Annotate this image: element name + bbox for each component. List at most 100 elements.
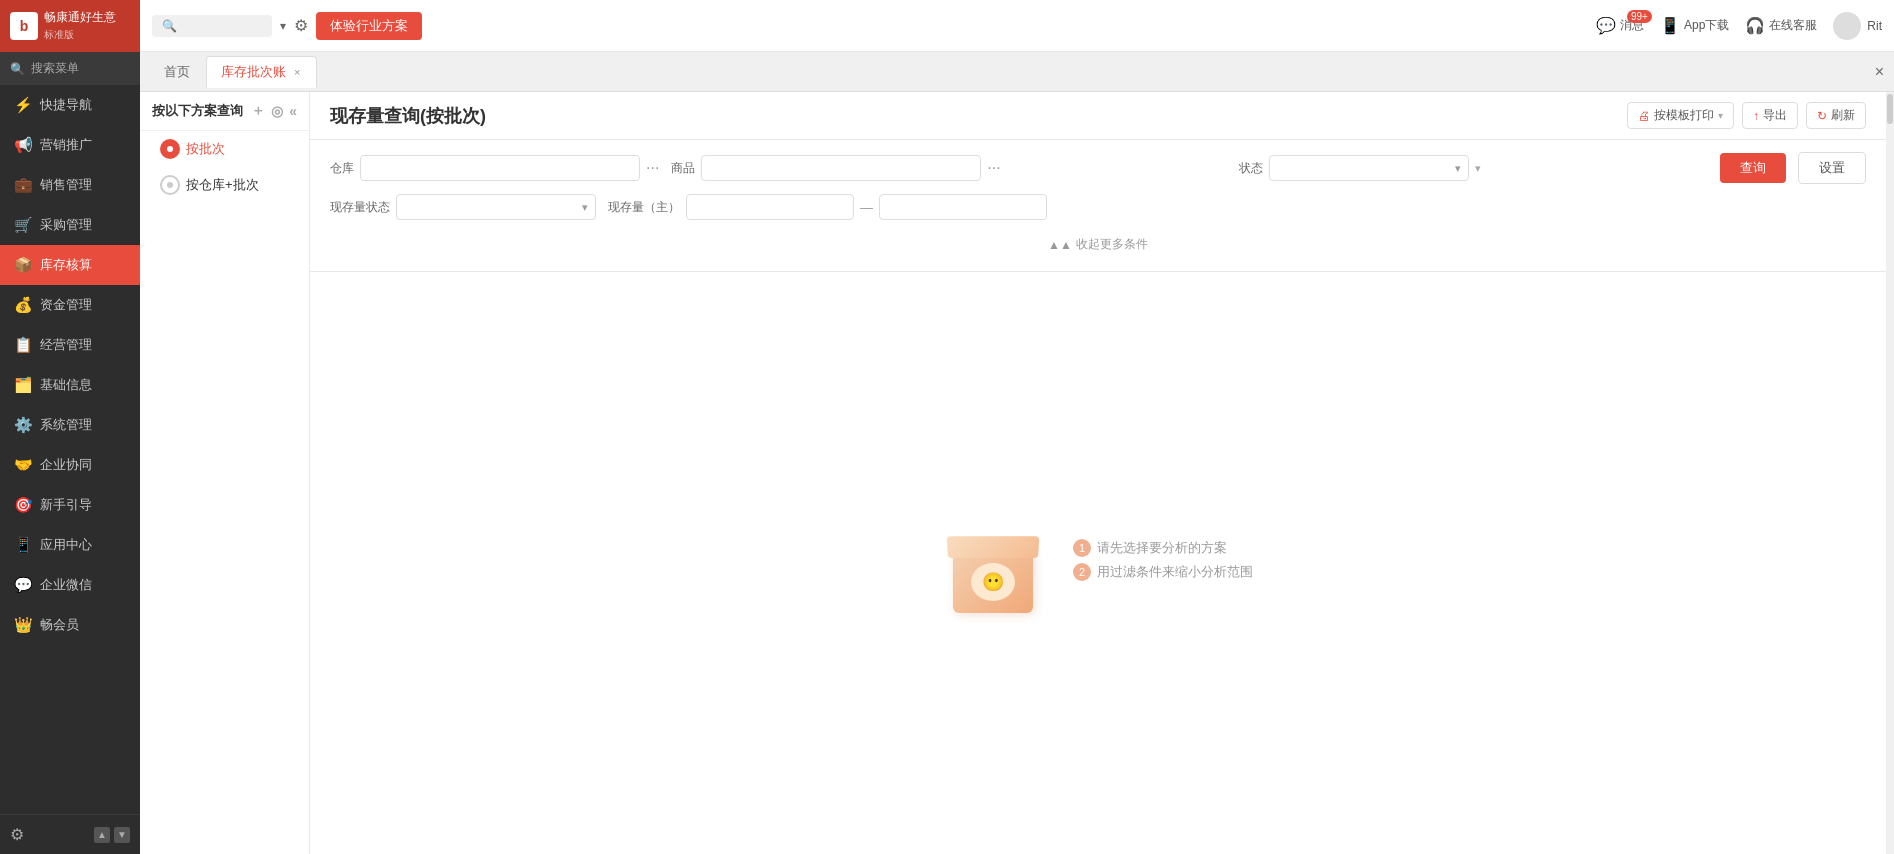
sidebar-item-system[interactable]: ⚙️ 系统管理 — [0, 405, 140, 445]
sidebar-scroll-up[interactable]: ▲ — [94, 827, 110, 843]
sidebar-header: b 畅康通好生意 标准版 — [0, 0, 140, 52]
sidebar-item-label: 基础信息 — [40, 376, 92, 394]
warehouse-dots-icon[interactable]: ··· — [646, 159, 659, 177]
settings-button[interactable]: 设置 — [1798, 152, 1866, 184]
query-button[interactable]: 查询 — [1720, 153, 1786, 183]
empty-hint-1: 1 请先选择要分析的方案 — [1073, 539, 1253, 557]
tab-inventory-batch[interactable]: 库存批次账 × — [206, 56, 317, 88]
shortcut-icon: ⚡ — [14, 96, 32, 114]
sidebar-item-shortcut[interactable]: ⚡ 快捷导航 — [0, 85, 140, 125]
user-avatar-area[interactable]: Rit — [1833, 12, 1882, 40]
message-icon: 💬 — [1596, 16, 1616, 35]
empty-box-face: 😶 — [971, 563, 1015, 601]
tab-inventory-batch-label: 库存批次账 — [221, 63, 286, 81]
status-select-wrapper — [1269, 155, 1469, 181]
sidebar-nav: ⚡ 快捷导航 📢 营销推广 💼 销售管理 🛒 采购管理 📦 库存核算 💰 资金管… — [0, 85, 140, 814]
export-button[interactable]: ↑ 导出 — [1742, 102, 1798, 129]
filter-status: 状态 ▾ — [1239, 155, 1481, 181]
sidebar-item-label: 应用中心 — [40, 536, 92, 554]
inventory-status-select[interactable] — [396, 194, 596, 220]
empty-hint-2: 2 用过滤条件来缩小分析范围 — [1073, 563, 1253, 581]
goods-dots-icon[interactable]: ··· — [987, 159, 1000, 177]
sidebar-item-sales[interactable]: 💼 销售管理 — [0, 165, 140, 205]
collapse-label: 收起更多条件 — [1076, 236, 1148, 253]
panel-close-button[interactable]: × — [1875, 63, 1884, 81]
svg-point-1 — [167, 182, 173, 188]
sidebar-item-operation[interactable]: 📋 经营管理 — [0, 325, 140, 365]
inventory-icon: 📦 — [14, 256, 32, 274]
topbar-search-box[interactable]: 🔍 — [152, 15, 272, 37]
sidebar-item-label: 畅会员 — [40, 616, 79, 634]
sidebar-item-marketing[interactable]: 📢 营销推广 — [0, 125, 140, 165]
page-header: 现存量查询(按批次) 🖨 按模板打印 ▾ ↑ 导出 ↻ — [310, 92, 1886, 140]
inventory-qty-to[interactable] — [879, 194, 1047, 220]
scheme-settings-icon[interactable]: ◎ — [271, 103, 283, 119]
tab-close-icon[interactable]: × — [292, 64, 302, 80]
app-logo: b — [10, 12, 38, 40]
sidebar-item-label: 资金管理 — [40, 296, 92, 314]
inventory-status-select-wrapper — [396, 194, 596, 220]
inventory-qty-label: 现存量（主） — [608, 199, 680, 216]
sidebar-search[interactable]: 🔍 搜索菜单 — [0, 52, 140, 85]
company-name: 畅康通好生意 — [44, 10, 116, 26]
sales-icon: 💼 — [14, 176, 32, 194]
warehouse-input[interactable] — [360, 155, 640, 181]
collapse-more-conditions[interactable]: ▲▲ 收起更多条件 — [330, 230, 1866, 259]
sidebar-item-label: 企业微信 — [40, 576, 92, 594]
empty-state: 😶 1 请先选择要分析的方案 2 用过滤条件来缩小分析范围 — [310, 272, 1886, 854]
status-label: 状态 — [1239, 160, 1263, 177]
message-button[interactable]: 💬 消息 99+ — [1596, 16, 1644, 35]
sidebar-item-basic[interactable]: 🗂️ 基础信息 — [0, 365, 140, 405]
add-scheme-icon[interactable]: ＋ — [251, 102, 265, 120]
refresh-button[interactable]: ↻ 刷新 — [1806, 102, 1866, 129]
print-dropdown-icon[interactable]: ▾ — [1718, 110, 1723, 121]
sidebar-item-newbie[interactable]: 🎯 新手引导 — [0, 485, 140, 525]
right-scrollbar[interactable] — [1886, 92, 1894, 854]
topbar-gear-icon[interactable]: ⚙ — [294, 16, 308, 35]
status-select[interactable] — [1269, 155, 1469, 181]
sidebar-scroll-down[interactable]: ▼ — [114, 827, 130, 843]
topbar-dropdown-icon[interactable]: ▾ — [280, 19, 286, 33]
sidebar-item-enterprise[interactable]: 🤝 企业协同 — [0, 445, 140, 485]
user-name: Rit — [1867, 19, 1882, 33]
scheme-by-batch[interactable]: 按批次 — [140, 131, 309, 167]
content-area: 按以下方案查询 ＋ ◎ « 按批次 — [140, 92, 1886, 854]
content-wrapper: 按以下方案查询 ＋ ◎ « 按批次 — [140, 92, 1894, 854]
sidebar-item-label: 新手引导 — [40, 496, 92, 514]
sidebar-item-label: 销售管理 — [40, 176, 92, 194]
filter-row-1: 仓库 ··· 商品 ··· 状态 — [330, 152, 1866, 184]
sidebar-item-finance[interactable]: 💰 资金管理 — [0, 285, 140, 325]
sidebar-item-purchase[interactable]: 🛒 采购管理 — [0, 205, 140, 245]
settings-footer-icon[interactable]: ⚙ — [10, 825, 24, 844]
collapse-panel-icon[interactable]: « — [289, 103, 297, 119]
filter-inventory-status: 现存量状态 — [330, 194, 596, 220]
goods-input[interactable] — [701, 155, 981, 181]
refresh-icon: ↻ — [1817, 109, 1827, 123]
operation-icon: 📋 — [14, 336, 32, 354]
app-download-button[interactable]: 📱 App下载 — [1660, 16, 1729, 35]
print-button[interactable]: 🖨 按模板打印 ▾ — [1627, 102, 1734, 129]
member-icon: 👑 — [14, 616, 32, 634]
sidebar-item-wechat[interactable]: 💬 企业微信 — [0, 565, 140, 605]
filter-area: 仓库 ··· 商品 ··· 状态 — [310, 140, 1886, 272]
hint-num-1: 1 — [1073, 539, 1091, 557]
refresh-label: 刷新 — [1831, 107, 1855, 124]
sidebar-item-label: 库存核算 — [40, 256, 92, 274]
filter-inventory-qty: 现存量（主） — — [608, 194, 1047, 220]
scheme-inactive-icon — [160, 175, 180, 195]
scheme-by-warehouse-batch[interactable]: 按仓库+批次 — [140, 167, 309, 203]
inventory-qty-from[interactable] — [686, 194, 854, 220]
customer-service-button[interactable]: 🎧 在线客服 — [1745, 16, 1817, 35]
topbar-right: 💬 消息 99+ 📱 App下载 🎧 在线客服 Rit — [1596, 12, 1882, 40]
purchase-icon: 🛒 — [14, 216, 32, 234]
sidebar-item-label: 系统管理 — [40, 416, 92, 434]
scheme-by-warehouse-batch-label: 按仓库+批次 — [186, 176, 259, 194]
experience-industry-button[interactable]: 体验行业方案 — [316, 12, 422, 40]
sidebar-item-member[interactable]: 👑 畅会员 — [0, 605, 140, 645]
scheme-active-icon — [160, 139, 180, 159]
sidebar-item-inventory[interactable]: 📦 库存核算 — [0, 245, 140, 285]
page-title: 现存量查询(按批次) — [330, 104, 486, 128]
tab-home[interactable]: 首页 — [150, 56, 204, 88]
scrollbar-thumb — [1887, 94, 1893, 124]
sidebar-item-app-center[interactable]: 📱 应用中心 — [0, 525, 140, 565]
